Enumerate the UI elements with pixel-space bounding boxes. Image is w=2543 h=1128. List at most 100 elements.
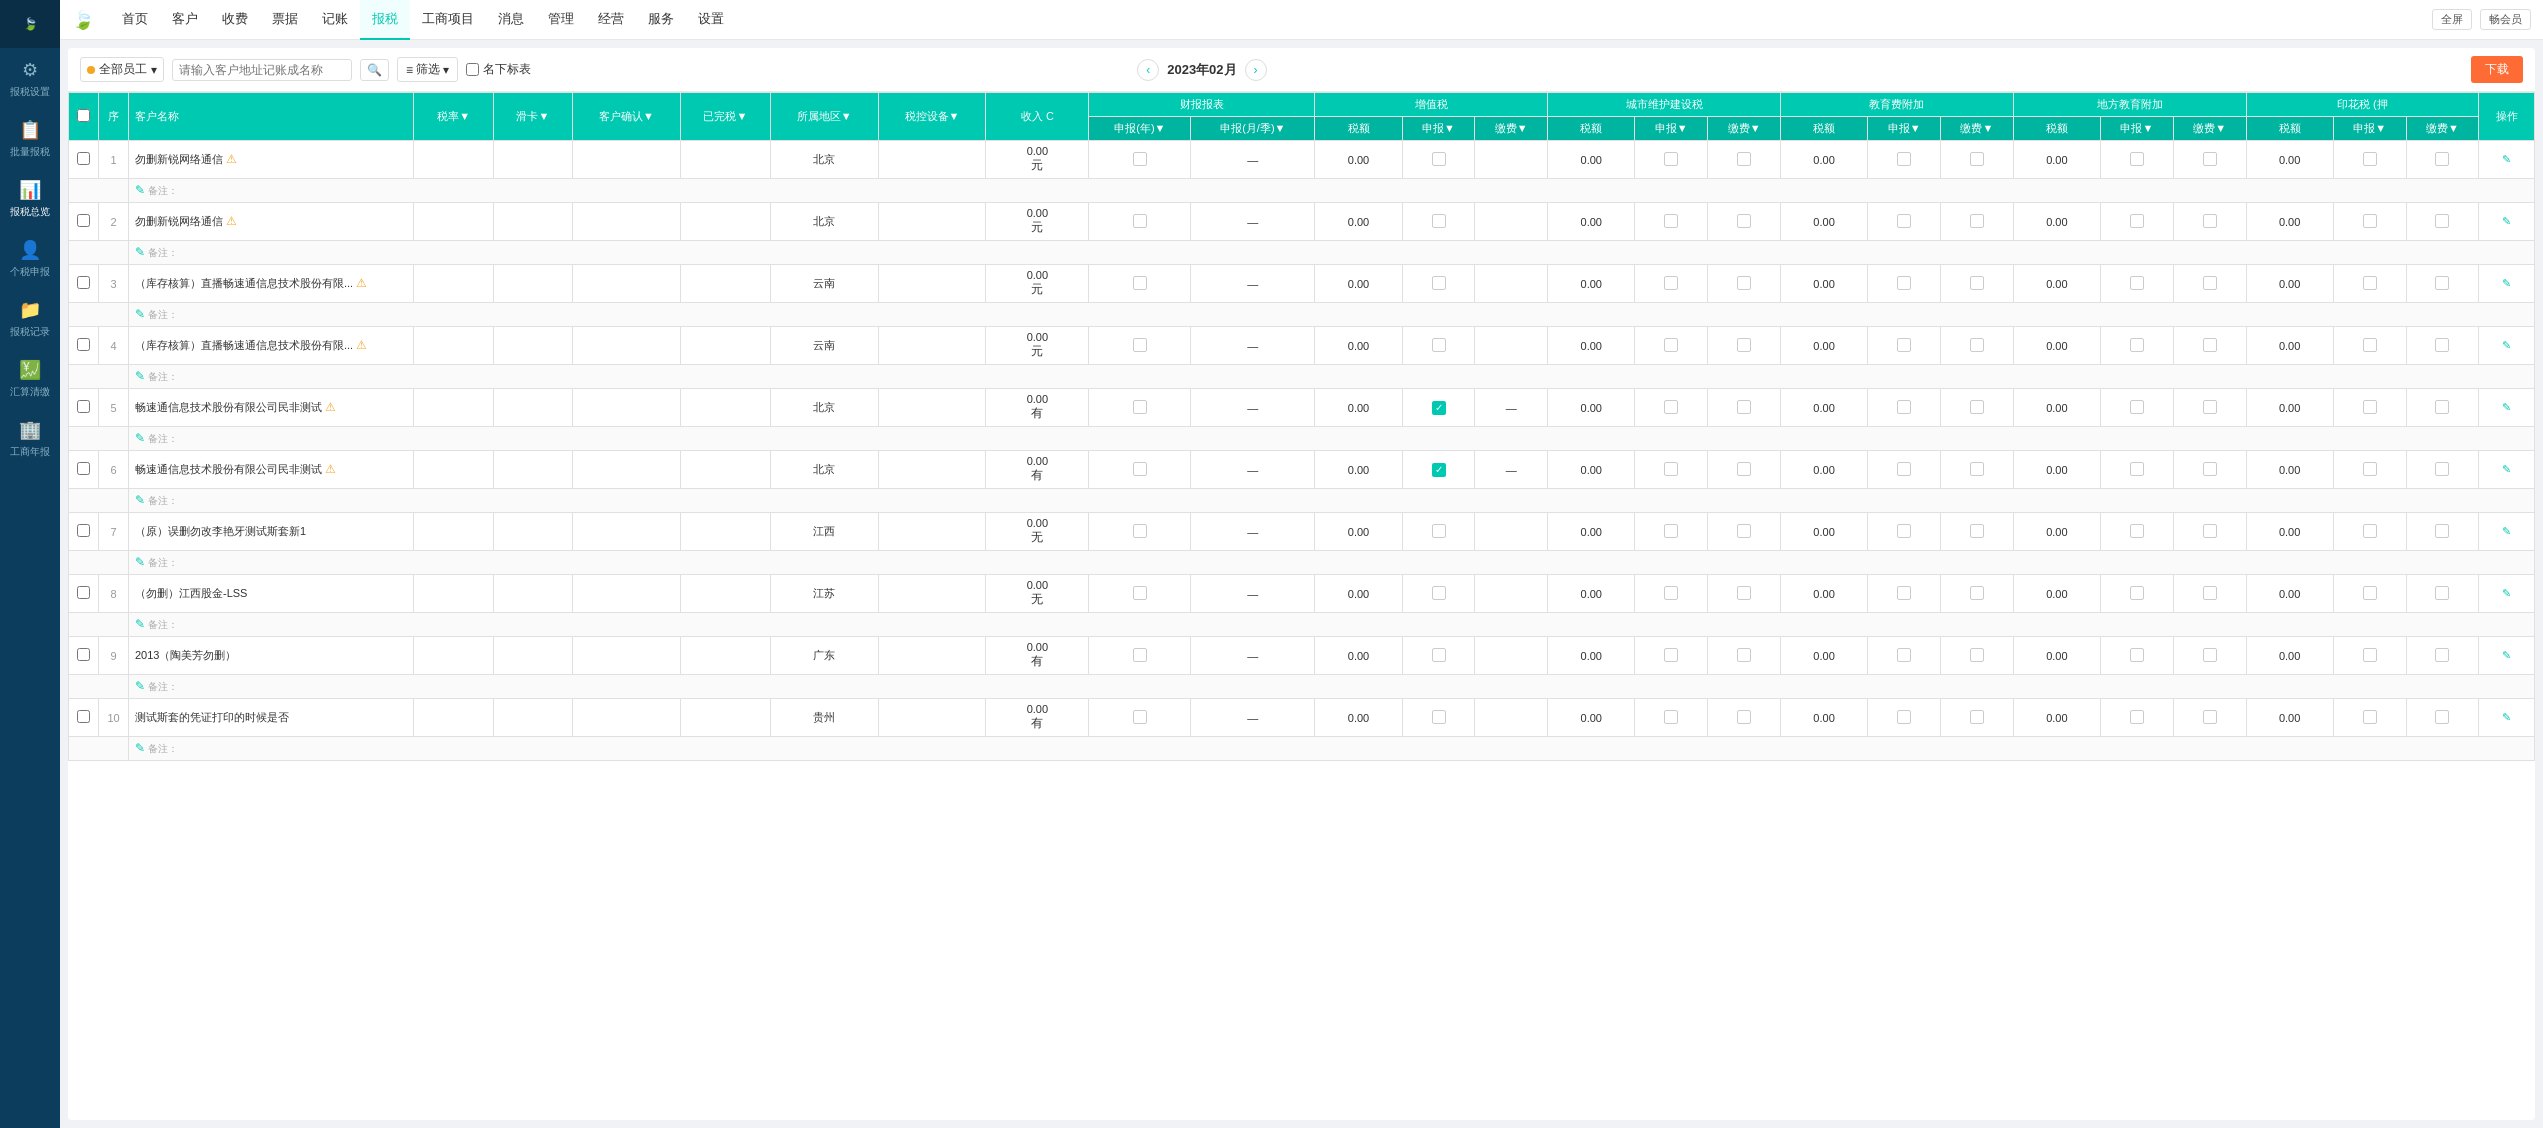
row-vat-declare [1402,637,1475,675]
edit-remark-icon[interactable]: ✎ [135,555,145,569]
row-cw-year [1089,265,1191,303]
remark-row: ✎ 备注： [69,427,2535,451]
checked-icon: ✓ [1432,401,1446,415]
row-revenue: 0.00有 [986,699,1089,737]
row-checkbox[interactable] [77,648,90,661]
row-checkbox[interactable] [77,152,90,165]
edit-remark-icon[interactable]: ✎ [135,617,145,631]
row-edu-fee [1940,513,2013,551]
row-checkbox[interactable] [77,524,90,537]
unchecked-icon [1897,462,1911,476]
row-edit-button[interactable]: ✎ [2479,203,2535,241]
row-edit-button[interactable]: ✎ [2479,327,2535,365]
warning-icon: ⚠ [226,214,237,228]
row-local-tax: 0.00 [2013,575,2100,613]
row-edit-button[interactable]: ✎ [2479,141,2535,179]
row-edit-button[interactable]: ✎ [2479,513,2535,551]
topnav-tax[interactable]: 报税 [360,0,410,40]
select-all-checkbox[interactable] [77,109,90,122]
sidebar-item-annual-report[interactable]: 🏢 工商年报 [0,408,60,468]
batch-tax-icon: 📋 [18,118,42,142]
topnav-services[interactable]: 服务 [636,0,686,40]
row-city-tax: 0.00 [1548,265,1635,303]
sidebar-item-tax-records[interactable]: 📁 报税记录 [0,288,60,348]
edit-remark-icon[interactable]: ✎ [135,369,145,383]
data-table-wrap[interactable]: 序 客户名称 税率▼ 滑卡▼ 客户确认▼ 已完税▼ 所属地区▼ 税控设备▼ 收入… [68,92,2535,1120]
employee-filter-select[interactable]: 全部员工 ▾ [80,57,164,82]
row-checkbox[interactable] [77,710,90,723]
edit-remark-icon[interactable]: ✎ [135,679,145,693]
sidebar-item-personal-tax[interactable]: 👤 个税申报 [0,228,60,288]
row-checkbox[interactable] [77,338,90,351]
topnav-invoice[interactable]: 票据 [260,0,310,40]
search-button[interactable]: 🔍 [360,59,389,81]
edit-remark-icon[interactable]: ✎ [135,307,145,321]
row-stamp-fee [2406,699,2479,737]
topnav-business[interactable]: 工商项目 [410,0,486,40]
row-edit-button[interactable]: ✎ [2479,699,2535,737]
row-edu-tax: 0.00 [1780,451,1867,489]
member-button[interactable]: 畅会员 [2480,9,2531,30]
row-edit-button[interactable]: ✎ [2479,575,2535,613]
edit-remark-icon[interactable]: ✎ [135,741,145,755]
topnav-management[interactable]: 管理 [536,0,586,40]
search-input[interactable] [172,59,352,81]
sidebar-item-tax-settings[interactable]: ⚙ 报税设置 [0,48,60,108]
filter-button[interactable]: ≡ 筛选 ▾ [397,57,458,82]
topnav-operations[interactable]: 经营 [586,0,636,40]
row-serial: 4 [99,327,129,365]
remark-cell: ✎ 备注： [129,613,2535,637]
download-button[interactable]: 下载 [2471,56,2523,83]
topnav-clients[interactable]: 客户 [160,0,210,40]
edit-remark-icon[interactable]: ✎ [135,245,145,259]
row-vat-tax: 0.00 [1315,327,1402,365]
row-region: 江苏 [770,575,878,613]
row-checkbox[interactable] [77,586,90,599]
row-edit-button[interactable]: ✎ [2479,389,2535,427]
table-row: 4 （库存核算）直播畅速通信息技术股份有限...⚠ 云南 0.00元 — 0.0… [69,327,2535,365]
row-stamp-tax: 0.00 [2246,203,2333,241]
row-local-tax: 0.00 [2013,141,2100,179]
unchecked-icon [2435,276,2449,290]
unchecked-icon [1970,648,1984,662]
row-revenue: 0.00元 [986,203,1089,241]
unchecked-icon [1737,338,1751,352]
row-city-declare [1635,699,1708,737]
row-vat-declare [1402,699,1475,737]
th-tax-device: 税控设备▼ [878,93,986,141]
row-swipe [493,327,572,365]
sidebar-item-batch-tax[interactable]: 📋 批量报税 [0,108,60,168]
row-checkbox[interactable] [77,462,90,475]
edit-remark-icon[interactable]: ✎ [135,183,145,197]
prev-date-button[interactable]: ‹ [1137,59,1159,81]
edit-remark-icon[interactable]: ✎ [135,493,145,507]
th-edu-tax: 税额 [1780,117,1867,141]
row-checkbox[interactable] [77,214,90,227]
th-city-declare: 申报▼ [1635,117,1708,141]
sidebar-item-tax-overview[interactable]: 📊 报税总览 [0,168,60,228]
row-edit-button[interactable]: ✎ [2479,451,2535,489]
named-table-checkbox[interactable] [466,63,479,76]
unchecked-icon [2363,214,2377,228]
row-tax-rate [414,575,493,613]
topnav-messages[interactable]: 消息 [486,0,536,40]
unchecked-icon [2435,462,2449,476]
row-checkbox[interactable] [77,400,90,413]
row-serial: 9 [99,637,129,675]
sidebar-item-annual-settlement[interactable]: 💹 汇算清缴 [0,348,60,408]
row-checkbox[interactable] [77,276,90,289]
unchecked-icon [1133,152,1147,166]
remark-spacer [69,241,129,265]
topnav-billing[interactable]: 收费 [210,0,260,40]
fullscreen-button[interactable]: 全屏 [2432,9,2472,30]
row-swipe [493,575,572,613]
next-date-button[interactable]: › [1245,59,1267,81]
row-edit-button[interactable]: ✎ [2479,265,2535,303]
edit-remark-icon[interactable]: ✎ [135,431,145,445]
topnav-bookkeeping[interactable]: 记账 [310,0,360,40]
topnav-home[interactable]: 首页 [110,0,160,40]
row-edit-button[interactable]: ✎ [2479,637,2535,675]
checkbox-label[interactable]: 名下标表 [466,61,531,78]
topnav-settings[interactable]: 设置 [686,0,736,40]
unchecked-icon [2203,462,2217,476]
